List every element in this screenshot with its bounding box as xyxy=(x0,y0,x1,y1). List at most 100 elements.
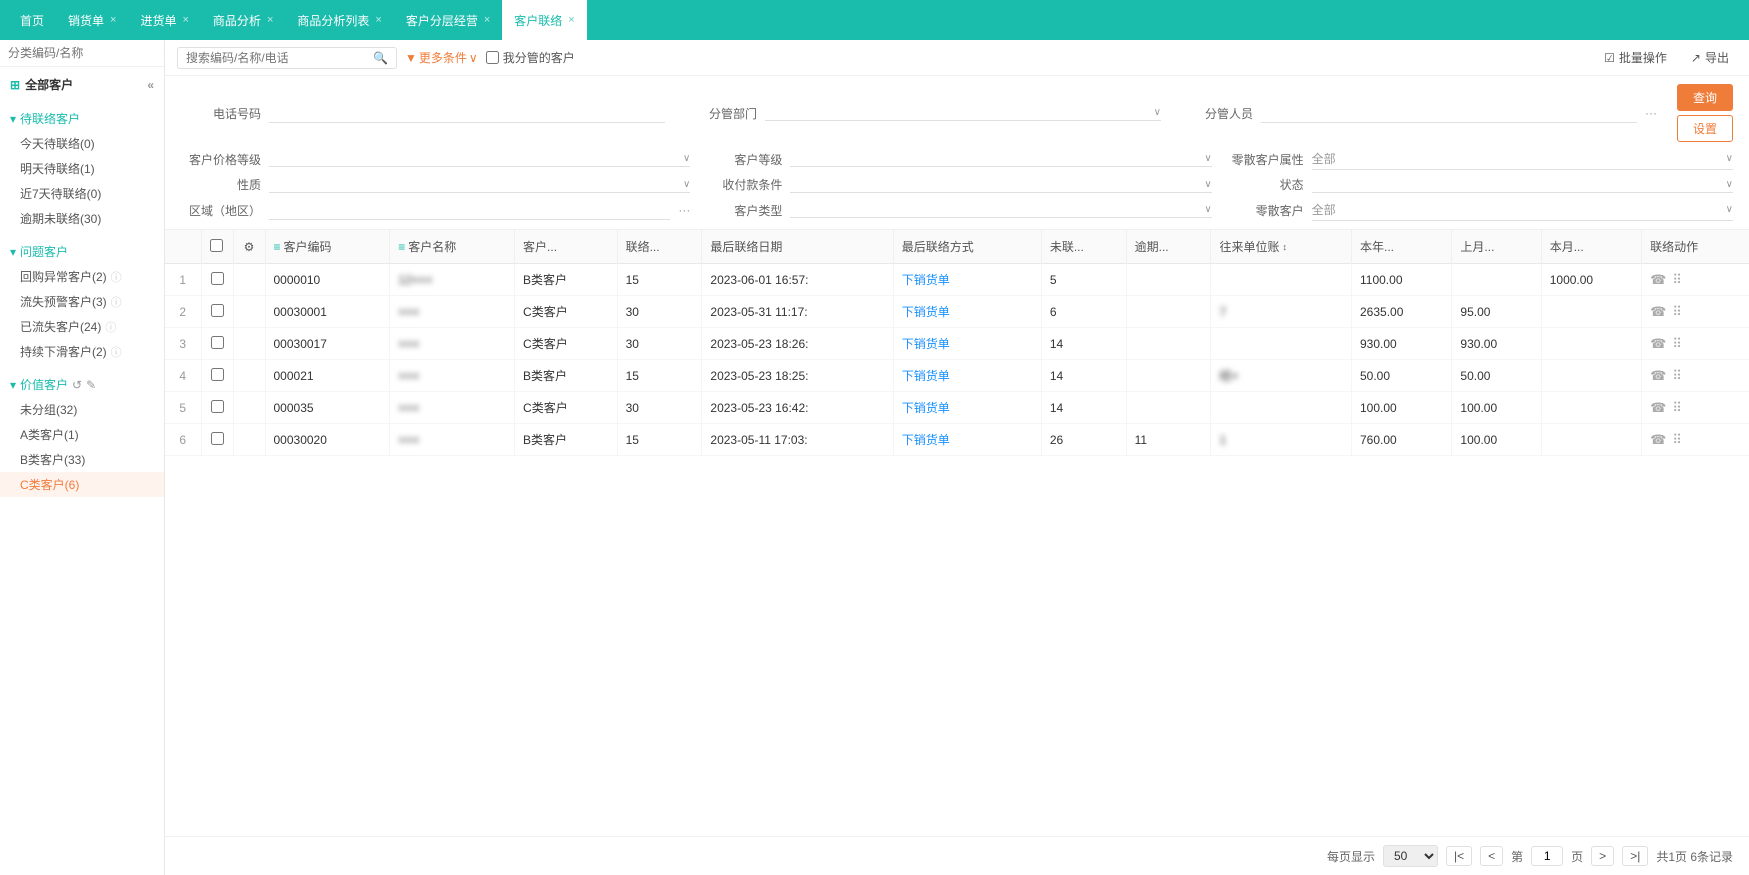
close-product-analysis-list-icon[interactable]: × xyxy=(375,14,381,26)
batch-op-btn[interactable]: ☑ 批量操作 xyxy=(1596,46,1675,69)
refresh-icon[interactable]: ↺ xyxy=(72,378,82,392)
manager-input[interactable] xyxy=(1261,104,1637,123)
row-contact-way-link[interactable]: 下销货单 xyxy=(902,273,950,287)
sidebar-item-today[interactable]: 今天待联络(0) xyxy=(0,131,164,156)
row-contact-way-link[interactable]: 下销货单 xyxy=(902,369,950,383)
settings-button[interactable]: 设置 xyxy=(1677,115,1733,142)
sidebar-item-7days[interactable]: 近7天待联络(0) xyxy=(0,181,164,206)
retail-customer-select[interactable]: 全部 ∨ xyxy=(1312,199,1733,221)
close-purchase-order-icon[interactable]: × xyxy=(182,14,188,26)
row-actions: ☎ ⠿ xyxy=(1642,296,1749,328)
phone-action-icon[interactable]: ☎ xyxy=(1650,272,1666,288)
customer-level-select[interactable]: ∨ xyxy=(790,151,1211,167)
phone-action-icon[interactable]: ☎ xyxy=(1650,336,1666,352)
my-customers-checkbox[interactable] xyxy=(486,51,499,64)
payment-select[interactable]: ∨ xyxy=(790,177,1211,193)
row-this-month xyxy=(1541,392,1641,424)
select-all-checkbox[interactable] xyxy=(210,239,223,252)
nav-purchase-order[interactable]: 进货单 × xyxy=(128,0,200,40)
sidebar-search-input[interactable] xyxy=(8,46,163,60)
sidebar-item-unclassified[interactable]: 未分组(32) xyxy=(0,397,164,422)
row-checkbox[interactable] xyxy=(211,432,224,445)
toolbar-search-input[interactable] xyxy=(186,51,373,65)
phone-action-icon[interactable]: ☎ xyxy=(1650,304,1666,320)
sidebar-item-churn-warning[interactable]: 流失预警客户(3) ⓘ xyxy=(0,289,164,314)
dept-select[interactable]: ∨ xyxy=(765,105,1161,121)
sidebar-item-declining[interactable]: 持续下滑客户(2) ⓘ xyxy=(0,339,164,364)
phone-action-icon[interactable]: ☎ xyxy=(1650,368,1666,384)
phone-action-icon[interactable]: ☎ xyxy=(1650,432,1666,448)
per-page-select[interactable]: 50 20 100 xyxy=(1383,845,1438,867)
grid-icon: ⊞ xyxy=(10,78,20,92)
sidebar-all-customers[interactable]: ⊞ 全部客户 « xyxy=(0,71,164,98)
nav-product-analysis[interactable]: 商品分析 × xyxy=(201,0,285,40)
sidebar-item-overdue-contact[interactable]: 逾期未联络(30) xyxy=(0,206,164,231)
manager-more-icon[interactable]: ··· xyxy=(1645,106,1657,120)
filter-row-1: 电话号码 分管部门 ∨ 分管人员 ··· 查询 设置 xyxy=(181,84,1733,142)
more-conditions-btn[interactable]: ▼ 更多条件 ∨ xyxy=(405,49,478,66)
row-this-month xyxy=(1541,360,1641,392)
row-contact-way-link[interactable]: 下销货单 xyxy=(902,337,950,351)
nav-home[interactable]: 首页 xyxy=(8,0,56,40)
customer-type-select[interactable]: ∨ xyxy=(790,202,1211,218)
more-action-icon[interactable]: ⠿ xyxy=(1672,400,1682,416)
status-select[interactable]: ∨ xyxy=(1312,177,1733,193)
row-checkbox[interactable] xyxy=(211,336,224,349)
row-contact-way-link[interactable]: 下销货单 xyxy=(902,433,950,447)
region-more-icon[interactable]: ··· xyxy=(678,203,690,217)
nav-customer-layered[interactable]: 客户分层经营 × xyxy=(394,0,502,40)
nature-chevron-icon: ∨ xyxy=(683,179,690,190)
sidebar-item-class-a[interactable]: A类客户(1) xyxy=(0,422,164,447)
row-checkbox[interactable] xyxy=(211,400,224,413)
row-checkbox[interactable] xyxy=(211,368,224,381)
more-action-icon[interactable]: ⠿ xyxy=(1672,272,1682,288)
nav-customer-contact[interactable]: 客户联络 × xyxy=(502,0,586,40)
more-action-icon[interactable]: ⠿ xyxy=(1672,336,1682,352)
close-product-analysis-icon[interactable]: × xyxy=(267,14,273,26)
row-settings-cell xyxy=(233,264,265,296)
th-settings[interactable]: ⚙ xyxy=(233,230,265,264)
row-checkbox[interactable] xyxy=(211,304,224,317)
price-level-select[interactable]: ∨ xyxy=(269,151,690,167)
row-this-year: 50.00 xyxy=(1352,360,1452,392)
close-sales-order-icon[interactable]: × xyxy=(110,14,116,26)
th-sort-icon-3: ↕ xyxy=(1282,242,1287,252)
status-chevron-icon: ∨ xyxy=(1726,179,1733,190)
sidebar-item-class-c[interactable]: C类客户(6) xyxy=(0,472,164,497)
sidebar-item-tomorrow[interactable]: 明天待联络(1) xyxy=(0,156,164,181)
next-page-btn[interactable]: > xyxy=(1591,846,1614,866)
first-page-btn[interactable]: |< xyxy=(1446,846,1472,866)
row-checkbox[interactable] xyxy=(211,272,224,285)
close-customer-contact-icon[interactable]: × xyxy=(568,14,574,26)
sidebar-group-value-title[interactable]: ▾ 价值客户 ↺ ✎ xyxy=(0,372,164,397)
page-number-input[interactable] xyxy=(1531,846,1563,866)
prev-page-btn[interactable]: < xyxy=(1480,846,1503,866)
query-button[interactable]: 查询 xyxy=(1677,84,1733,111)
row-name: ××× xyxy=(390,328,515,360)
row-contact-way-link[interactable]: 下销货单 xyxy=(902,401,950,415)
edit-icon[interactable]: ✎ xyxy=(86,378,96,392)
sidebar-group-problem-title[interactable]: ▾ 问题客户 xyxy=(0,239,164,264)
region-input[interactable] xyxy=(269,201,670,220)
more-action-icon[interactable]: ⠿ xyxy=(1672,304,1682,320)
close-customer-layered-icon[interactable]: × xyxy=(484,14,490,26)
export-btn[interactable]: ↗ 导出 xyxy=(1683,46,1737,69)
row-this-year: 100.00 xyxy=(1352,392,1452,424)
phone-action-icon[interactable]: ☎ xyxy=(1650,400,1666,416)
collapse-icon[interactable]: « xyxy=(147,78,154,92)
last-page-btn[interactable]: >| xyxy=(1622,846,1648,866)
sidebar-group-waiting-title[interactable]: ▾ 待联络客户 xyxy=(0,106,164,131)
sidebar-item-churned[interactable]: 已流失客户(24) ⓘ xyxy=(0,314,164,339)
nav-product-analysis-list[interactable]: 商品分析列表 × xyxy=(285,0,393,40)
phone-input[interactable] xyxy=(269,104,665,123)
sidebar-item-repurchase-anomaly[interactable]: 回购异常客户(2) ⓘ xyxy=(0,264,164,289)
toolbar-search-icon[interactable]: 🔍 xyxy=(373,51,388,65)
sidebar-item-class-b[interactable]: B类客户(33) xyxy=(0,447,164,472)
nature-select[interactable]: ∨ xyxy=(269,177,690,193)
retail-attr-select[interactable]: 全部 ∨ xyxy=(1312,148,1733,170)
more-action-icon[interactable]: ⠿ xyxy=(1672,368,1682,384)
row-contact-way-link[interactable]: 下销货单 xyxy=(902,305,950,319)
nav-sales-order[interactable]: 销货单 × xyxy=(56,0,128,40)
sidebar-group-problem: ▾ 问题客户 回购异常客户(2) ⓘ 流失预警客户(3) ⓘ 已流失客户(24)… xyxy=(0,235,164,368)
more-action-icon[interactable]: ⠿ xyxy=(1672,432,1682,448)
